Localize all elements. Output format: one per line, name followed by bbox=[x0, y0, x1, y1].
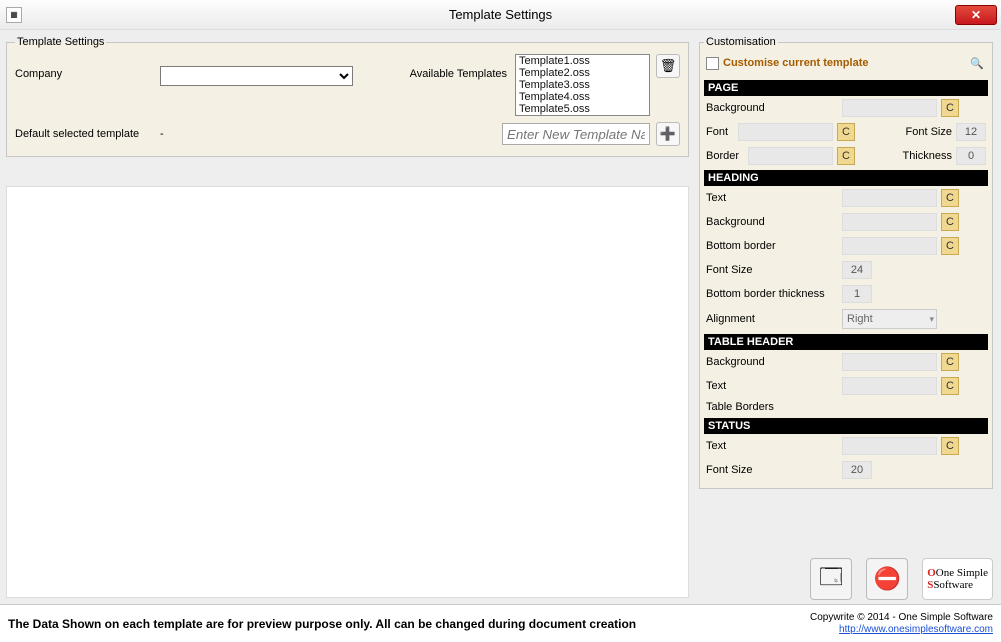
heading-bg-swatch[interactable] bbox=[842, 213, 937, 231]
heading-fs-label: Font Size bbox=[706, 264, 838, 276]
footer-note: The Data Shown on each template are for … bbox=[8, 617, 636, 631]
page-fontsize-value[interactable]: 12 bbox=[956, 123, 986, 141]
template-item[interactable]: Template5.oss bbox=[516, 103, 649, 115]
logo-line2: Software bbox=[933, 579, 973, 591]
page-border-label: Border bbox=[706, 150, 744, 162]
heading-bg-color-button[interactable]: C bbox=[941, 213, 959, 231]
th-bg-swatch[interactable] bbox=[842, 353, 937, 371]
zoom-icon[interactable]: 🔍 bbox=[966, 52, 988, 74]
template-settings-group: Template Settings Company Available Temp… bbox=[6, 36, 689, 157]
page-font-label: Font bbox=[706, 126, 734, 138]
section-tableheader: TABLE HEADER bbox=[704, 334, 988, 350]
company-label: Company bbox=[15, 54, 160, 80]
chevron-down-icon: ▾ bbox=[929, 314, 936, 325]
template-item[interactable]: Template1.oss bbox=[516, 55, 649, 67]
th-text-label: Text bbox=[706, 380, 838, 392]
copyright-text: Copywrite © 2014 - One Simple Software bbox=[810, 612, 993, 624]
th-bg-color-button[interactable]: C bbox=[941, 353, 959, 371]
footer: The Data Shown on each template are for … bbox=[0, 604, 1001, 642]
th-text-swatch[interactable] bbox=[842, 377, 937, 395]
logo-line1: One Simple bbox=[936, 567, 988, 579]
add-template-button[interactable]: ➕ bbox=[656, 122, 680, 146]
templates-listbox[interactable]: Template1.oss Template2.oss Template3.os… bbox=[515, 54, 650, 116]
heading-bbt-value[interactable]: 1 bbox=[842, 285, 872, 303]
customise-checkbox[interactable] bbox=[706, 57, 719, 70]
customisation-legend: Customisation bbox=[704, 36, 778, 48]
page-font-color-button[interactable]: C bbox=[837, 123, 855, 141]
page-border-color-button[interactable]: C bbox=[837, 147, 855, 165]
heading-bg-label: Background bbox=[706, 216, 838, 228]
template-settings-legend: Template Settings bbox=[15, 36, 106, 48]
section-heading: HEADING bbox=[704, 170, 988, 186]
section-page: PAGE bbox=[704, 80, 988, 96]
heading-text-label: Text bbox=[706, 192, 838, 204]
customise-label: Customise current template bbox=[723, 57, 868, 69]
titlebar: ▦ Template Settings ✕ bbox=[0, 0, 1001, 30]
heading-bb-color-button[interactable]: C bbox=[941, 237, 959, 255]
remove-template-button[interactable]: 🗑 bbox=[656, 54, 680, 78]
status-fs-value[interactable]: 20 bbox=[842, 461, 872, 479]
customisation-group: Customisation Customise current template… bbox=[699, 36, 993, 489]
page-font-swatch[interactable] bbox=[738, 123, 833, 141]
heading-align-value: Right bbox=[847, 313, 873, 325]
page-background-label: Background bbox=[706, 102, 838, 114]
template-item[interactable]: Template4.oss bbox=[516, 91, 649, 103]
cancel-button[interactable]: ⛔ bbox=[866, 558, 908, 600]
page-fontsize-label: Font Size bbox=[906, 126, 952, 138]
heading-text-color-button[interactable]: C bbox=[941, 189, 959, 207]
page-thickness-label: Thickness bbox=[902, 150, 952, 162]
available-templates-label: Available Templates bbox=[395, 54, 515, 80]
brand-logo: OOne Simple SSoftware bbox=[922, 558, 993, 600]
heading-bb-swatch[interactable] bbox=[842, 237, 937, 255]
company-select[interactable] bbox=[160, 66, 353, 86]
website-link[interactable]: http://www.onesimplesoftware.com bbox=[839, 624, 993, 635]
status-text-label: Text bbox=[706, 440, 838, 452]
heading-align-label: Alignment bbox=[706, 313, 838, 325]
save-button[interactable]: 🗔 bbox=[810, 558, 852, 600]
page-border-swatch[interactable] bbox=[748, 147, 833, 165]
status-text-swatch[interactable] bbox=[842, 437, 937, 455]
default-template-value: - bbox=[160, 128, 164, 140]
th-borders-label: Table Borders bbox=[706, 401, 838, 413]
template-item[interactable]: Template3.oss bbox=[516, 79, 649, 91]
th-text-color-button[interactable]: C bbox=[941, 377, 959, 395]
page-background-color-button[interactable]: C bbox=[941, 99, 959, 117]
page-background-swatch[interactable] bbox=[842, 99, 937, 117]
section-status: STATUS bbox=[704, 418, 988, 434]
status-fs-label: Font Size bbox=[706, 464, 838, 476]
heading-align-select[interactable]: Right ▾ bbox=[842, 309, 937, 329]
template-preview-area bbox=[6, 186, 689, 598]
heading-fs-value[interactable]: 24 bbox=[842, 261, 872, 279]
page-thickness-value[interactable]: 0 bbox=[956, 147, 986, 165]
window-title: Template Settings bbox=[0, 7, 1001, 22]
heading-bb-label: Bottom border bbox=[706, 240, 838, 252]
new-template-name-input[interactable] bbox=[502, 123, 650, 145]
status-text-color-button[interactable]: C bbox=[941, 437, 959, 455]
default-template-label: Default selected template bbox=[15, 128, 160, 140]
heading-text-swatch[interactable] bbox=[842, 189, 937, 207]
th-bg-label: Background bbox=[706, 356, 838, 368]
template-item[interactable]: Template2.oss bbox=[516, 67, 649, 79]
heading-bbt-label: Bottom border thickness bbox=[706, 288, 838, 300]
